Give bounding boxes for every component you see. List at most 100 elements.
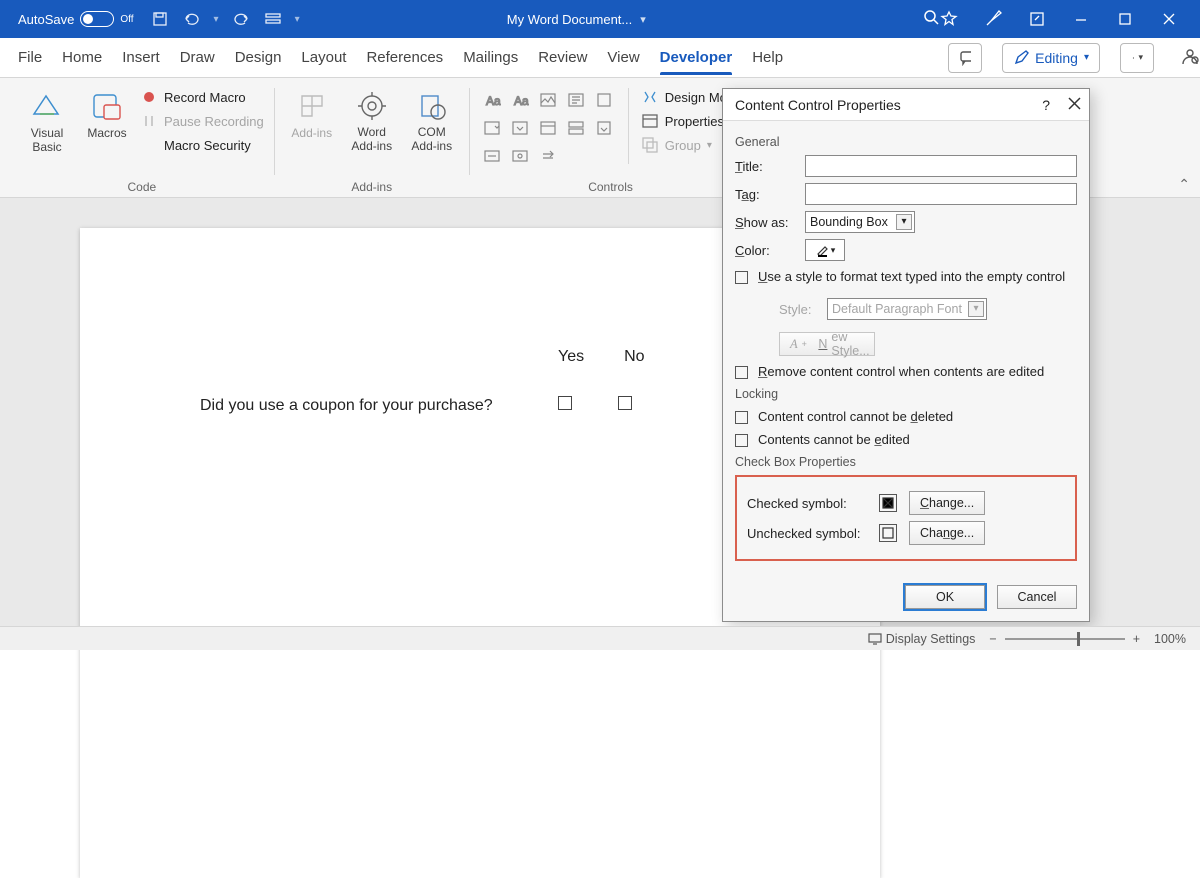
change-checked-button[interactable]: Change... bbox=[909, 491, 985, 515]
ribbon-tabs: File Home Insert Draw Design Layout Refe… bbox=[0, 38, 1200, 78]
title-bar: AutoSave Off ▾ ▾ My Word Document... ▾ bbox=[0, 0, 1200, 38]
rich-text-control-icon[interactable]: Aa bbox=[480, 88, 504, 112]
save-icon[interactable] bbox=[152, 11, 168, 27]
tab-file[interactable]: File bbox=[18, 41, 42, 74]
tab-mailings[interactable]: Mailings bbox=[463, 41, 518, 74]
building-block-control-icon[interactable] bbox=[564, 88, 588, 112]
pause-recording-button: Pause Recording bbox=[140, 112, 264, 130]
help-icon[interactable]: ? bbox=[1042, 97, 1050, 113]
share-button[interactable]: ▾ bbox=[1120, 43, 1154, 73]
record-macro-button[interactable]: Record Macro bbox=[140, 88, 264, 106]
legacy-forms-icon[interactable] bbox=[480, 144, 504, 168]
checkbox-yes[interactable] bbox=[558, 396, 572, 410]
checkbox-control-icon[interactable] bbox=[592, 88, 616, 112]
checkbox-symbol-area: Checked symbol: Change... Unchecked symb… bbox=[735, 475, 1077, 561]
question-text: Did you use a coupon for your purchase? bbox=[200, 397, 540, 415]
zoom-track[interactable] bbox=[1005, 638, 1125, 640]
comments-button[interactable] bbox=[948, 43, 982, 73]
editing-mode-button[interactable]: Editing ▾ bbox=[1002, 43, 1100, 73]
redo-icon[interactable] bbox=[233, 11, 251, 27]
section-locking: Locking bbox=[735, 387, 1077, 401]
ok-button[interactable]: OK bbox=[905, 585, 985, 609]
autosave-state: Off bbox=[120, 14, 133, 25]
repeating-control-icon[interactable] bbox=[564, 116, 588, 140]
visual-basic-button[interactable]: Visual Basic bbox=[20, 88, 74, 155]
tab-references[interactable]: References bbox=[366, 41, 443, 74]
tag-input[interactable] bbox=[805, 183, 1077, 205]
macros-button[interactable]: Macros bbox=[80, 88, 134, 140]
remove-on-edit-checkbox[interactable]: Remove content control when contents are… bbox=[735, 364, 1077, 379]
checkbox-icon bbox=[735, 366, 748, 379]
checkbox-icon bbox=[735, 434, 748, 447]
focus-icon[interactable] bbox=[1028, 10, 1046, 28]
status-bar: Display Settings − + 100% bbox=[0, 626, 1200, 650]
collapse-ribbon-icon[interactable]: ⌃ bbox=[1178, 176, 1190, 193]
use-style-checkbox[interactable]: Use a style to format text typed into th… bbox=[735, 269, 1077, 284]
zoom-value[interactable]: 100% bbox=[1154, 632, 1186, 646]
show-as-select[interactable]: Bounding Box▾ bbox=[805, 211, 915, 233]
cancel-button[interactable]: Cancel bbox=[997, 585, 1077, 609]
tab-home[interactable]: Home bbox=[62, 41, 102, 74]
color-picker[interactable]: ▾ bbox=[805, 239, 845, 261]
title-input[interactable] bbox=[805, 155, 1077, 177]
group-label: Add-ins bbox=[351, 180, 392, 197]
legacy-tools-icon[interactable] bbox=[592, 116, 616, 140]
quick-access-toolbar: ▾ ▾ bbox=[152, 11, 300, 27]
date-control-icon[interactable] bbox=[536, 116, 560, 140]
qat-more-icon[interactable] bbox=[265, 11, 281, 27]
chevron-down-icon: ▾ bbox=[896, 214, 912, 230]
tag-label: Tag: bbox=[735, 187, 797, 202]
com-addins-icon bbox=[414, 88, 450, 124]
display-settings-button[interactable]: Display Settings bbox=[868, 632, 976, 646]
section-general: General bbox=[735, 135, 1077, 149]
close-icon[interactable] bbox=[1160, 10, 1178, 28]
tab-help[interactable]: Help bbox=[752, 41, 783, 74]
undo-icon[interactable] bbox=[182, 11, 200, 27]
checkbox-icon bbox=[735, 271, 748, 284]
zoom-slider[interactable]: − + bbox=[989, 632, 1140, 646]
tab-layout[interactable]: Layout bbox=[301, 41, 346, 74]
dialog-titlebar: Content Control Properties ? bbox=[723, 89, 1089, 121]
qat-customize-icon[interactable]: ▾ bbox=[295, 14, 300, 25]
chevron-down-icon: ▾ bbox=[640, 13, 646, 26]
tab-design[interactable]: Design bbox=[235, 41, 282, 74]
new-style-button: A+ New Style... bbox=[779, 332, 875, 356]
tab-developer[interactable]: Developer bbox=[660, 41, 733, 74]
dropdown-control-icon[interactable] bbox=[508, 116, 532, 140]
lock-edit-checkbox[interactable]: Contents cannot be edited bbox=[735, 432, 1077, 447]
close-icon[interactable] bbox=[1068, 97, 1081, 113]
com-addins-button[interactable]: COM Add-ins bbox=[405, 88, 459, 154]
visual-basic-icon bbox=[29, 88, 65, 124]
addins-icon bbox=[294, 88, 330, 124]
document-title[interactable]: My Word Document... ▾ bbox=[260, 12, 893, 27]
undo-more-icon[interactable]: ▾ bbox=[214, 14, 219, 25]
tab-insert[interactable]: Insert bbox=[122, 41, 160, 74]
lock-delete-checkbox[interactable]: Content control cannot be deleted bbox=[735, 409, 1077, 424]
autosave-toggle[interactable]: AutoSave Off bbox=[18, 11, 134, 27]
picture-control-icon[interactable] bbox=[536, 88, 560, 112]
word-addins-button[interactable]: Word Add-ins bbox=[345, 88, 399, 154]
minimize-icon[interactable] bbox=[1072, 10, 1090, 28]
brush-icon[interactable] bbox=[984, 10, 1002, 28]
tab-draw[interactable]: Draw bbox=[180, 41, 215, 74]
chevron-down-icon: ▾ bbox=[1084, 52, 1089, 63]
unchecked-symbol-preview bbox=[879, 524, 897, 542]
plain-text-control-icon[interactable]: Aa bbox=[508, 88, 532, 112]
account-icon[interactable] bbox=[1180, 46, 1200, 70]
addins-button: Add-ins bbox=[285, 88, 339, 140]
maximize-icon[interactable] bbox=[1116, 10, 1134, 28]
zoom-in-icon[interactable]: + bbox=[1133, 632, 1140, 646]
activex-icon[interactable] bbox=[508, 144, 532, 168]
more-controls-icon[interactable] bbox=[536, 144, 560, 168]
tab-review[interactable]: Review bbox=[538, 41, 587, 74]
macro-security-button[interactable]: Macro Security bbox=[140, 136, 264, 154]
tab-view[interactable]: View bbox=[607, 41, 639, 74]
search-icon[interactable] bbox=[923, 9, 940, 29]
premium-icon[interactable] bbox=[940, 10, 958, 28]
dialog-title: Content Control Properties bbox=[735, 97, 901, 113]
zoom-out-icon[interactable]: − bbox=[989, 632, 996, 646]
change-unchecked-button[interactable]: Change... bbox=[909, 521, 985, 545]
combobox-control-icon[interactable] bbox=[480, 116, 504, 140]
checkbox-no[interactable] bbox=[618, 396, 632, 410]
group-code: Visual Basic Macros Record Macro Pause R… bbox=[10, 82, 274, 197]
